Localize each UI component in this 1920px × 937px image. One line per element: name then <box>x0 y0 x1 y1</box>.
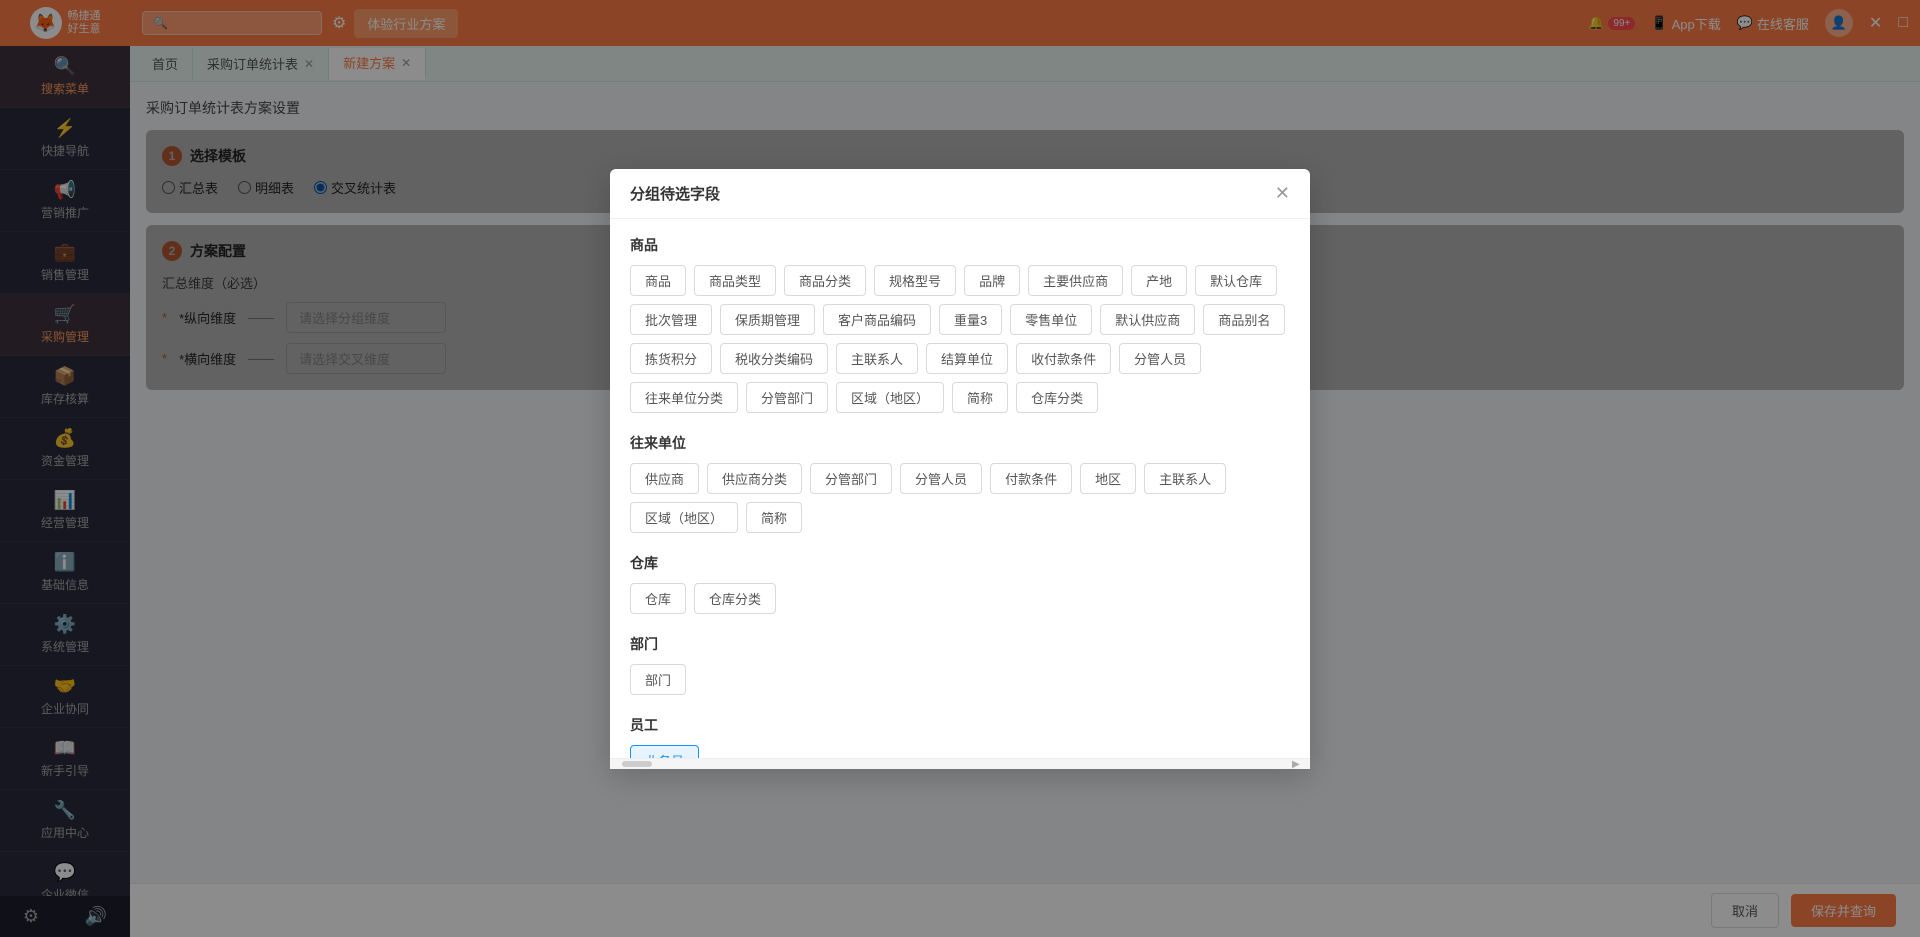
field-tag-expiry-mgmt[interactable]: 保质期管理 <box>720 304 815 335</box>
field-tag-default-warehouse[interactable]: 默认仓库 <box>1195 265 1277 296</box>
field-tag-partner-region[interactable]: 区域（地区） <box>630 502 738 533</box>
field-tag-dept[interactable]: 部门 <box>630 664 686 695</box>
section-partners-title: 往来单位 <box>630 433 1290 453</box>
field-tag-partner-contact[interactable]: 主联系人 <box>1144 463 1226 494</box>
modal-header: 分组待选字段 ✕ <box>610 169 1310 219</box>
field-tag-brand[interactable]: 品牌 <box>964 265 1020 296</box>
section-warehouse-title: 仓库 <box>630 553 1290 573</box>
section-warehouse-tags: 仓库 仓库分类 <box>630 583 1290 614</box>
field-select-modal: 分组待选字段 ✕ 商品 商品 商品类型 商品分类 规格型号 品牌 主要供应商 产… <box>610 169 1310 769</box>
field-tag-supplier-category[interactable]: 供应商分类 <box>707 463 802 494</box>
section-goods-title: 商品 <box>630 235 1290 255</box>
modal-body[interactable]: 商品 商品 商品类型 商品分类 规格型号 品牌 主要供应商 产地 默认仓库 批次… <box>610 219 1310 758</box>
field-tag-default-supplier[interactable]: 默认供应商 <box>1100 304 1195 335</box>
field-tag-supplier[interactable]: 供应商 <box>630 463 699 494</box>
field-tag-tax-code[interactable]: 税收分类编码 <box>720 343 828 374</box>
field-tag-dept-mgmt[interactable]: 分管部门 <box>746 382 828 413</box>
modal-overlay: 分组待选字段 ✕ 商品 商品 商品类型 商品分类 规格型号 品牌 主要供应商 产… <box>0 0 1920 937</box>
section-dept-title: 部门 <box>630 634 1290 654</box>
field-tag-payment-terms[interactable]: 收付款条件 <box>1016 343 1111 374</box>
scroll-right-icon[interactable]: ▶ <box>1292 759 1302 769</box>
field-tag-salesperson[interactable]: 业务员 <box>630 745 699 758</box>
modal-title: 分组待选字段 <box>630 183 720 204</box>
field-tag-goods[interactable]: 商品 <box>630 265 686 296</box>
field-tag-district[interactable]: 地区 <box>1080 463 1136 494</box>
field-tag-pick-score[interactable]: 拣货积分 <box>630 343 712 374</box>
field-tag-weight3[interactable]: 重量3 <box>939 304 1002 335</box>
field-tag-manager-person[interactable]: 分管人员 <box>1119 343 1201 374</box>
field-tag-batch-mgmt[interactable]: 批次管理 <box>630 304 712 335</box>
field-tag-pay-terms[interactable]: 付款条件 <box>990 463 1072 494</box>
field-tag-partner-category[interactable]: 往来单位分类 <box>630 382 738 413</box>
field-tag-partner-short[interactable]: 简称 <box>746 502 802 533</box>
field-tag-customer-code[interactable]: 客户商品编码 <box>823 304 931 335</box>
field-tag-partner-person[interactable]: 分管人员 <box>900 463 982 494</box>
section-employee-tags: 业务员 <box>630 745 1290 758</box>
field-tag-short-name[interactable]: 简称 <box>952 382 1008 413</box>
field-tag-partner-dept[interactable]: 分管部门 <box>810 463 892 494</box>
field-tag-main-supplier[interactable]: 主要供应商 <box>1028 265 1123 296</box>
section-employee: 员工 业务员 <box>630 715 1290 758</box>
field-tag-warehouse-category[interactable]: 仓库分类 <box>1016 382 1098 413</box>
field-tag-goods-category[interactable]: 商品分类 <box>784 265 866 296</box>
field-tag-goods-alias[interactable]: 商品别名 <box>1203 304 1285 335</box>
field-tag-goods-spec[interactable]: 规格型号 <box>874 265 956 296</box>
section-goods-tags: 商品 商品类型 商品分类 规格型号 品牌 主要供应商 产地 默认仓库 批次管理 … <box>630 265 1290 413</box>
section-partners-tags: 供应商 供应商分类 分管部门 分管人员 付款条件 地区 主联系人 区域（地区） … <box>630 463 1290 533</box>
field-tag-warehouse[interactable]: 仓库 <box>630 583 686 614</box>
section-warehouse: 仓库 仓库 仓库分类 <box>630 553 1290 614</box>
section-employee-title: 员工 <box>630 715 1290 735</box>
field-tag-goods-type[interactable]: 商品类型 <box>694 265 776 296</box>
modal-close-btn[interactable]: ✕ <box>1275 183 1290 204</box>
field-tag-warehouse-cat[interactable]: 仓库分类 <box>694 583 776 614</box>
modal-scrollbar-bottom[interactable]: ▶ <box>610 758 1310 769</box>
field-tag-settlement-unit[interactable]: 结算单位 <box>926 343 1008 374</box>
field-tag-main-contact[interactable]: 主联系人 <box>836 343 918 374</box>
field-tag-origin[interactable]: 产地 <box>1131 265 1187 296</box>
field-tag-region[interactable]: 区域（地区） <box>836 382 944 413</box>
section-goods: 商品 商品 商品类型 商品分类 规格型号 品牌 主要供应商 产地 默认仓库 批次… <box>630 235 1290 413</box>
section-partners: 往来单位 供应商 供应商分类 分管部门 分管人员 付款条件 地区 主联系人 区域… <box>630 433 1290 533</box>
field-tag-retail-unit[interactable]: 零售单位 <box>1010 304 1092 335</box>
section-dept: 部门 部门 <box>630 634 1290 695</box>
section-dept-tags: 部门 <box>630 664 1290 695</box>
